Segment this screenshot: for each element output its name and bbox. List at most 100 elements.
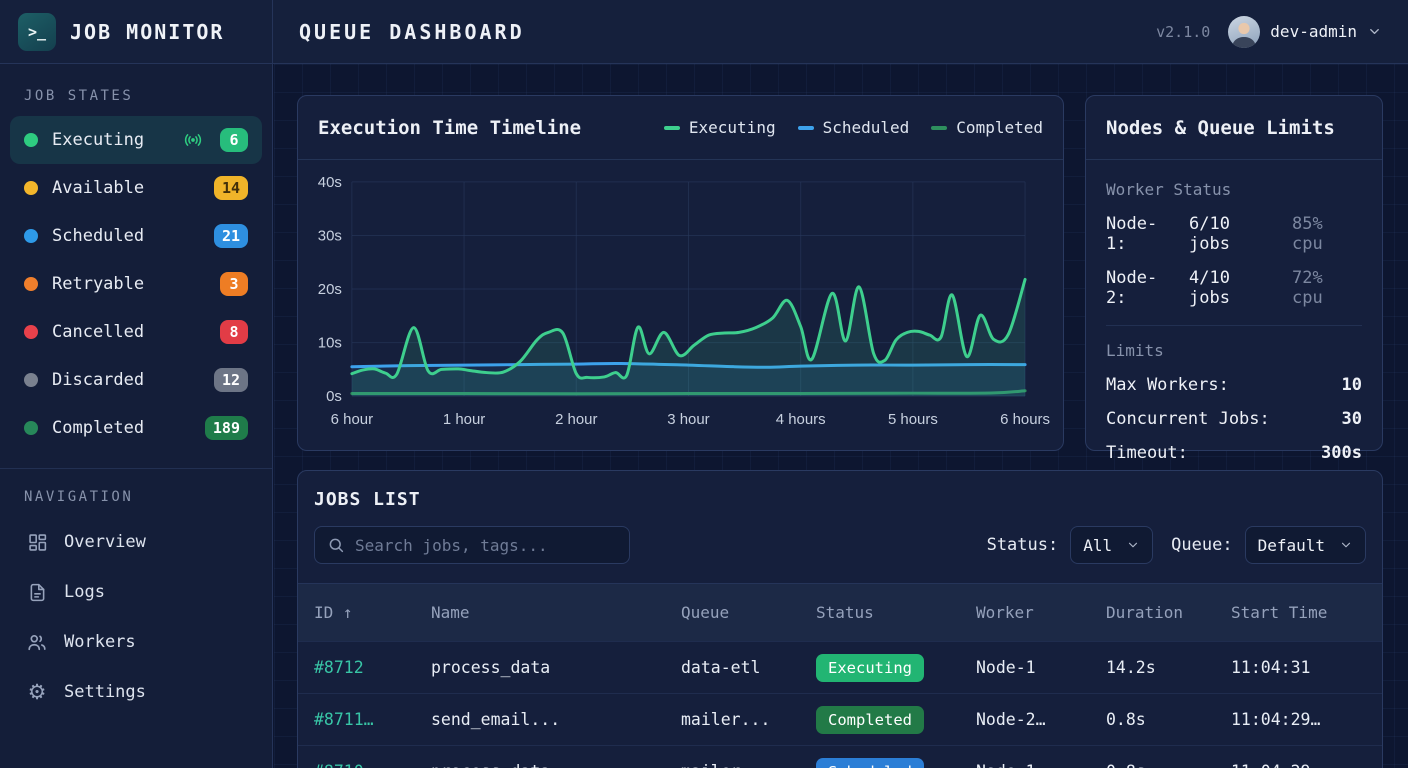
table-row[interactable]: #8711… send_email... mailer... Completed Nod… [298, 693, 1382, 745]
state-label: Retryable [52, 274, 145, 294]
state-label: Completed [52, 418, 145, 438]
state-dot [24, 181, 38, 195]
jobs-table-body: #8712 process_data data-etl Executing Node-1… [298, 641, 1382, 768]
legend-swatch [797, 125, 814, 130]
svg-text:1 hour: 1 hour [443, 411, 485, 428]
timeline-card-header: Execution Time Timeline Executing Schedul… [298, 96, 1063, 160]
sidebar-state-discarded[interactable]: Discarded 12 [10, 356, 262, 404]
job-states-section-label: JOB STATES [24, 88, 134, 104]
job-id-link[interactable]: #8712 [314, 658, 431, 677]
terminal-glyph: >_ [27, 22, 47, 41]
job-start-time: 11:04:31 [1231, 658, 1311, 677]
nav-item-label: Overview [64, 532, 146, 552]
worker-status-row: Node-2: 4/10 jobs 72% cpu [1106, 268, 1362, 308]
job-id-link[interactable]: #8710 [314, 762, 431, 768]
job-start-time: 11:04:29… [1231, 710, 1321, 729]
job-name: process_data [431, 658, 551, 677]
status-filter-select[interactable]: All [1070, 526, 1154, 564]
table-row[interactable]: #8710process_datamailerScheduled Node-10.… [298, 745, 1382, 768]
limit-row: Max Workers: 10 [1106, 375, 1362, 395]
limit-label: Timeout: [1106, 443, 1188, 463]
column-header-status[interactable]: Status [816, 603, 976, 622]
legend-item-scheduled: Scheduled [797, 118, 909, 137]
worker-jobs: 6/10 jobs [1189, 214, 1230, 254]
execution-timeline-chart: 0s 10s 20s 30s 40s 6 hour 1 hour 2 hour 3 hour 4 … [318, 174, 1050, 428]
jobs-card-header: JOBS LIST Status: All Queue: Default [298, 471, 1382, 564]
avatar [1228, 15, 1261, 48]
job-worker: Node-1 [976, 762, 1106, 768]
version-label: v2.1.0 [1156, 22, 1211, 41]
page-title: QUEUE DASHBOARD [299, 19, 525, 44]
sidebar-item-overview[interactable]: Overview [0, 517, 272, 567]
worker-status-row: Node-1: 6/10 jobs 85% cpu [1106, 214, 1362, 254]
search-input[interactable] [314, 526, 630, 564]
jobs-table-header: ID ↑ Name Queue Status Worker Duration Start T… [298, 583, 1382, 641]
limit-label: Concurrent Jobs: [1106, 409, 1270, 429]
svg-text:3 hour: 3 hour [667, 411, 709, 428]
queue-filter-group: Queue: Default [1171, 526, 1366, 564]
limit-value: 30 [1341, 409, 1362, 429]
sidebar: JOB STATES Executing 6 Available 14 Schedule… [0, 64, 273, 768]
jobs-filters: Status: All Queue: Default [987, 526, 1366, 564]
sidebar-state-executing[interactable]: Executing 6 [10, 116, 262, 164]
gear-icon: ⚙ [27, 679, 47, 704]
column-header-name[interactable]: Name [431, 603, 681, 622]
terminal-icon: >_ [18, 12, 56, 51]
jobs-list-title: JOBS LIST [314, 489, 421, 510]
state-count-badge: 189 [204, 416, 248, 440]
state-label: Executing [52, 130, 145, 150]
sidebar-item-settings[interactable]: ⚙ Settings [0, 667, 272, 717]
worker-status-label: Worker Status [1106, 180, 1232, 199]
chart-area: 0s 10s 20s 30s 40s 6 hour 1 hour 2 hour 3 hour 4 … [304, 161, 1053, 446]
document-icon [26, 581, 48, 603]
live-broadcast-icon [182, 132, 204, 148]
job-status-cell: Executing [816, 653, 976, 682]
legend-item-completed: Completed [931, 118, 1043, 137]
limit-value: 10 [1341, 375, 1362, 395]
sidebar-item-logs[interactable]: Logs [0, 567, 272, 617]
brand: >_ JOB MONITOR [0, 0, 273, 63]
column-header-queue[interactable]: Queue [681, 603, 816, 622]
status-badge: Completed [816, 705, 924, 734]
state-count-badge: 14 [213, 176, 248, 200]
svg-text:5 hours: 5 hours [888, 411, 938, 428]
job-name: process_data [431, 762, 681, 768]
state-dot [24, 133, 38, 147]
table-row[interactable]: #8712 process_data data-etl Executing Node-1… [298, 641, 1382, 693]
column-header-duration[interactable]: Duration [1106, 603, 1231, 622]
sidebar-state-retryable[interactable]: Retryable 3 [10, 260, 262, 308]
sidebar-state-completed[interactable]: Completed 189 [10, 404, 262, 452]
status-filter-group: Status: All [987, 526, 1154, 564]
job-start-time: 11:04:29 [1231, 762, 1382, 768]
queue-filter-select[interactable]: Default [1244, 526, 1366, 564]
nodes-card-body: Worker Status Node-1: 6/10 jobs 85% cpu Nod… [1086, 160, 1382, 463]
username: dev-admin [1270, 22, 1357, 41]
status-badge: Executing [816, 653, 924, 682]
jobs-controls: Status: All Queue: Default [314, 526, 1366, 564]
worker-jobs: 4/10 jobs [1189, 268, 1230, 308]
nav-item-label: Logs [64, 582, 105, 602]
user-menu[interactable]: dev-admin [1228, 15, 1382, 48]
sidebar-state-available[interactable]: Available 14 [10, 164, 262, 212]
svg-text:40s: 40s [318, 174, 342, 191]
state-dot [24, 325, 38, 339]
sidebar-item-workers[interactable]: Workers [0, 617, 272, 667]
limit-label: Max Workers: [1106, 375, 1229, 395]
jobs-search [314, 526, 630, 564]
sidebar-state-cancelled[interactable]: Cancelled 8 [10, 308, 262, 356]
column-header-start[interactable]: Start Time [1231, 603, 1382, 622]
column-header-id[interactable]: ID ↑ [314, 603, 431, 622]
topbar: >_ JOB MONITOR QUEUE DASHBOARD v2.1.0 de… [0, 0, 1408, 64]
sidebar-state-scheduled[interactable]: Scheduled 21 [10, 212, 262, 260]
job-id-link[interactable]: #8711… [314, 710, 431, 729]
nodes-card-divider [1106, 325, 1362, 326]
jobs-list-card: JOBS LIST Status: All Queue: Default ID ↑Na… [297, 470, 1383, 768]
status-filter-value: All [1083, 535, 1113, 555]
legend-label: Executing [688, 118, 776, 137]
limit-row: Timeout: 300s [1106, 443, 1362, 463]
queue-filter-label: Queue: [1171, 535, 1233, 555]
column-header-worker[interactable]: Worker [976, 603, 1106, 622]
state-dot [24, 229, 38, 243]
svg-text:6 hour: 6 hour [331, 411, 373, 428]
worker-cpu: 72% cpu [1292, 268, 1323, 308]
